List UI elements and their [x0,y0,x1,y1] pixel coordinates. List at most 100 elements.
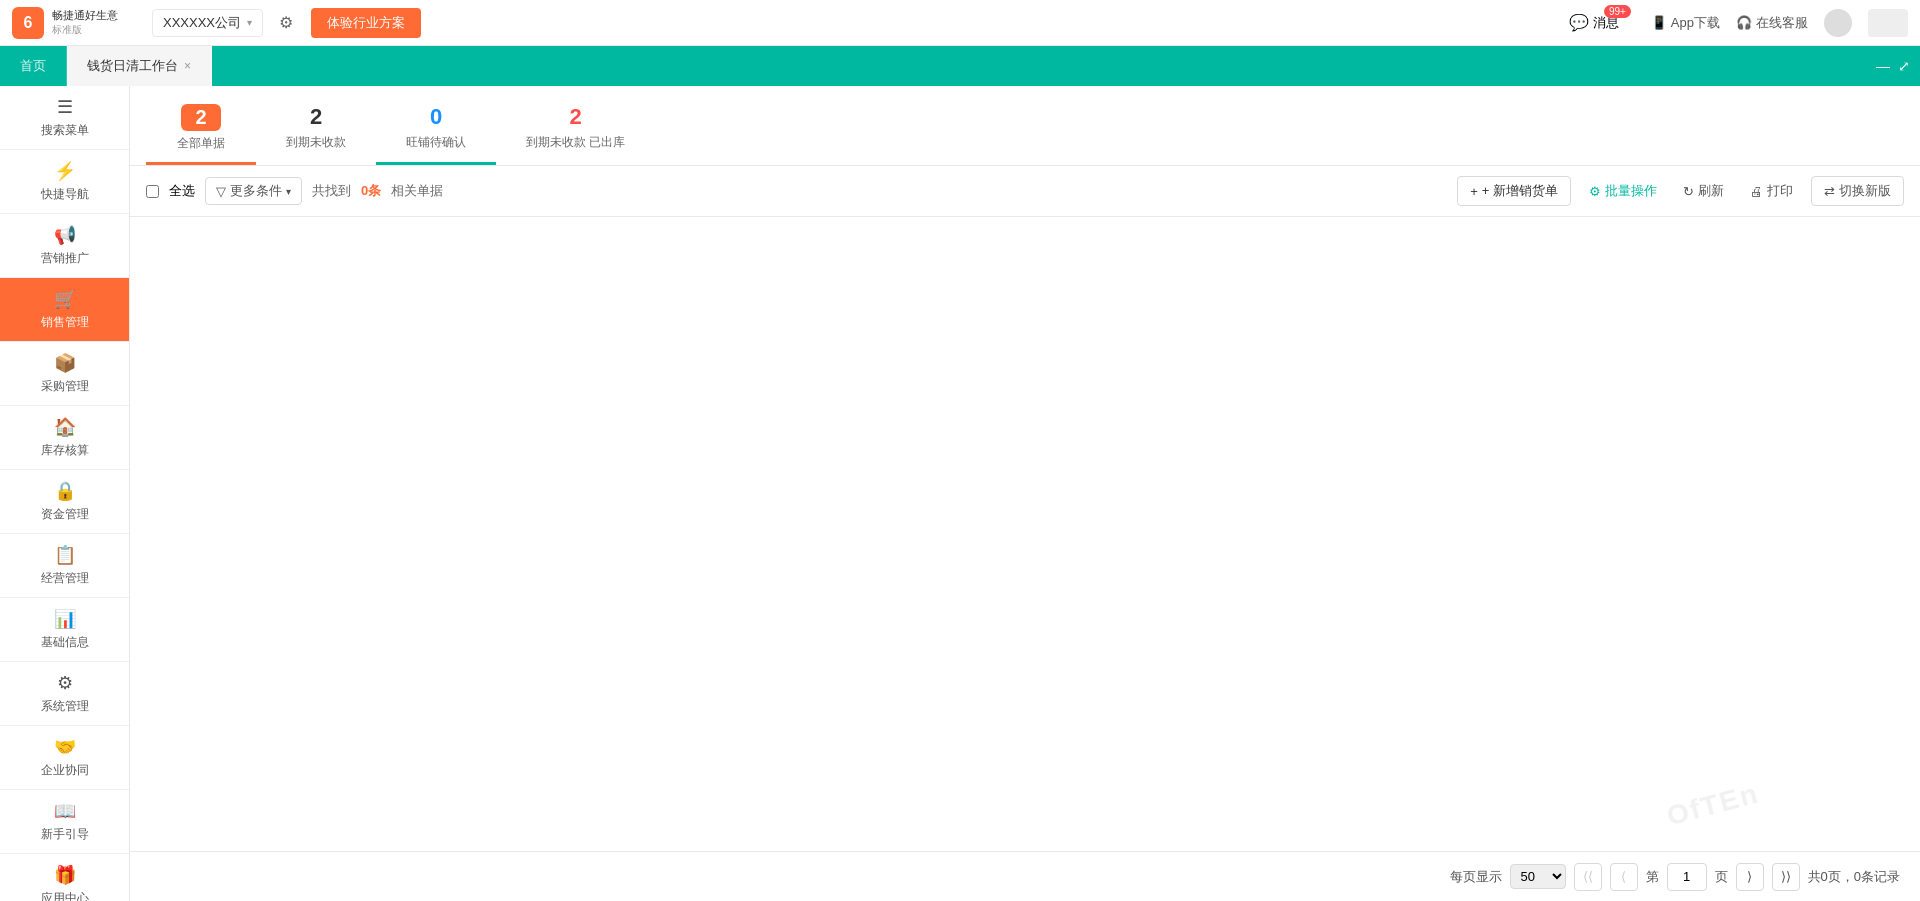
top-right-actions: 💬 消息 99+ 📱 App下载 🎧 在线客服 [1569,9,1908,37]
stat-label-pending: 旺铺待确认 [406,134,466,151]
sidebar: ☰ 搜索菜单 ⚡ 快捷导航 📢 营销推广 🛒 销售管理 📦 采购管理 🏠 库存核… [0,86,130,901]
stat-label-all: 全部单据 [177,135,225,152]
message-icon: 💬 [1569,13,1589,32]
message-button[interactable]: 💬 消息 99+ [1569,13,1619,32]
company-selector[interactable]: XXXXXX公司 ▾ [152,9,263,37]
found-count: 0条 [361,182,381,200]
sidebar-item-purchase[interactable]: 📦 采购管理 [0,342,129,406]
pagination-bar: 每页显示 50 100 200 ⟨⟨ ⟨ 第 1 页 ⟩ ⟩⟩ 共0页，0条记录 [130,851,1920,901]
tab-home[interactable]: 首页 [0,46,67,86]
sidebar-item-appcenter[interactable]: 🎁 应用中心 [0,854,129,901]
sales-icon: 🛒 [54,288,76,310]
batch-label: 批量操作 [1605,182,1657,200]
tab-expand-icon[interactable]: ⤢ [1898,58,1910,74]
quicknav-icon: ⚡ [54,160,76,182]
marketing-icon: 📢 [54,224,76,246]
online-service-button[interactable]: 🎧 在线客服 [1736,14,1808,32]
app-logo-icon: 6 [12,7,44,39]
tab-home-label: 首页 [20,57,46,75]
sidebar-item-cooperation[interactable]: 🤝 企业协同 [0,726,129,790]
batch-icon: ⚙ [1589,184,1601,199]
sidebar-item-sales[interactable]: 🛒 销售管理 [0,278,129,342]
stat-label-shipped: 到期未收款 已出库 [526,134,625,151]
stats-tabs: 2 全部单据 2 到期未收款 0 旺铺待确认 2 到期未收款 已出库 [130,86,1920,166]
table-area [130,217,1920,851]
toolbar-left: 全选 ▽ 更多条件 ▾ 共找到 0条 相关单据 [146,177,1445,205]
tab-active[interactable]: 钱货日清工作台 × [67,46,212,86]
user-avatar[interactable] [1824,9,1852,37]
sidebar-item-basicinfo[interactable]: 📊 基础信息 [0,598,129,662]
stat-num-overdue: 2 [310,104,322,130]
found-suffix: 相关单据 [391,182,443,200]
logo-area: 6 畅捷通好生意 标准版 [12,7,142,39]
batch-operation-button[interactable]: ⚙ 批量操作 [1581,178,1665,204]
sidebar-item-marketing[interactable]: 📢 营销推广 [0,214,129,278]
stat-tab-all[interactable]: 2 全部单据 [146,96,256,165]
filter-button[interactable]: ▽ 更多条件 ▾ [205,177,302,205]
sidebar-item-guide[interactable]: 📖 新手引导 [0,790,129,854]
prev-page-button[interactable]: ⟨ [1610,863,1638,891]
add-sales-order-button[interactable]: + + 新增销货单 [1457,176,1571,206]
tab-active-label: 钱货日清工作台 [87,57,178,75]
add-label: + 新增销货单 [1482,182,1558,200]
stat-num-pending: 0 [430,104,442,130]
sidebar-item-quicknav[interactable]: ⚡ 快捷导航 [0,150,129,214]
sidebar-item-operations[interactable]: 📋 经营管理 [0,534,129,598]
refresh-icon: ↻ [1683,184,1694,199]
app-badge: 标准版 [52,23,118,37]
toolbar: 全选 ▽ 更多条件 ▾ 共找到 0条 相关单据 + + 新增销货单 ⚙ 批量操作 [130,166,1920,217]
top-bar: 6 畅捷通好生意 标准版 XXXXXX公司 ▾ ⚙ 体验行业方案 💬 消息 99… [0,0,1920,46]
stat-num-all: 2 [181,104,220,131]
stat-tab-overdue[interactable]: 2 到期未收款 [256,96,376,165]
sidebar-item-cooperation-label: 企业协同 [41,762,89,779]
company-name: XXXXXX公司 [163,14,241,32]
sidebar-item-quicknav-label: 快捷导航 [41,186,89,203]
guide-icon: 📖 [54,800,76,822]
search-menu-icon: ☰ [57,96,73,118]
sidebar-item-basicinfo-label: 基础信息 [41,634,89,651]
switch-version-button[interactable]: ⇄ 切换新版 [1811,176,1904,206]
app-download-label: App下载 [1671,14,1720,32]
tab-minimize-icon[interactable]: — [1876,58,1890,74]
add-icon: + [1470,184,1478,199]
sidebar-item-settings[interactable]: ⚙ 系统管理 [0,662,129,726]
filter-label: 更多条件 [230,182,282,200]
sidebar-item-search[interactable]: ☰ 搜索菜单 [0,86,129,150]
tab-bar: 首页 钱货日清工作台 × — ⤢ [0,46,1920,86]
sidebar-item-finance[interactable]: 🔒 资金管理 [0,470,129,534]
switch-label: 切换新版 [1839,182,1891,200]
purchase-icon: 📦 [54,352,76,374]
stat-tab-shipped[interactable]: 2 到期未收款 已出库 [496,96,655,165]
refresh-label: 刷新 [1698,182,1724,200]
filter-arrow-icon: ▾ [286,186,291,197]
per-page-select[interactable]: 50 100 200 [1510,864,1566,889]
sidebar-item-inventory-label: 库存核算 [41,442,89,459]
tab-close-icon[interactable]: × [184,59,191,73]
switch-icon: ⇄ [1824,184,1835,199]
sidebar-item-inventory[interactable]: 🏠 库存核算 [0,406,129,470]
page-word-2: 页 [1715,868,1728,886]
sidebar-item-guide-label: 新手引导 [41,826,89,843]
user-menu[interactable] [1868,9,1908,37]
next-page-button[interactable]: ⟩ [1736,863,1764,891]
last-page-button[interactable]: ⟩⟩ [1772,863,1800,891]
select-all-checkbox[interactable] [146,185,159,198]
print-icon: 🖨 [1750,184,1763,199]
refresh-button[interactable]: ↻ 刷新 [1675,178,1732,204]
appcenter-icon: 🎁 [54,864,76,886]
toolbar-right: + + 新增销货单 ⚙ 批量操作 ↻ 刷新 🖨 打印 ⇄ 切换新版 [1457,176,1904,206]
app-download-button[interactable]: 📱 App下载 [1651,14,1720,32]
online-service-label: 在线客服 [1756,14,1808,32]
message-badge: 99+ [1604,5,1631,18]
download-icon: 📱 [1651,15,1667,30]
trial-button[interactable]: 体验行业方案 [311,8,421,38]
per-page-label: 每页显示 [1450,868,1502,886]
settings-nav-icon: ⚙ [57,672,73,694]
stat-tab-pending[interactable]: 0 旺铺待确认 [376,96,496,165]
print-button[interactable]: 🖨 打印 [1742,178,1801,204]
page-number-input[interactable]: 1 [1667,863,1707,891]
cooperation-icon: 🤝 [54,736,76,758]
sidebar-item-finance-label: 资金管理 [41,506,89,523]
settings-button[interactable]: ⚙ [271,8,301,38]
first-page-button[interactable]: ⟨⟨ [1574,863,1602,891]
